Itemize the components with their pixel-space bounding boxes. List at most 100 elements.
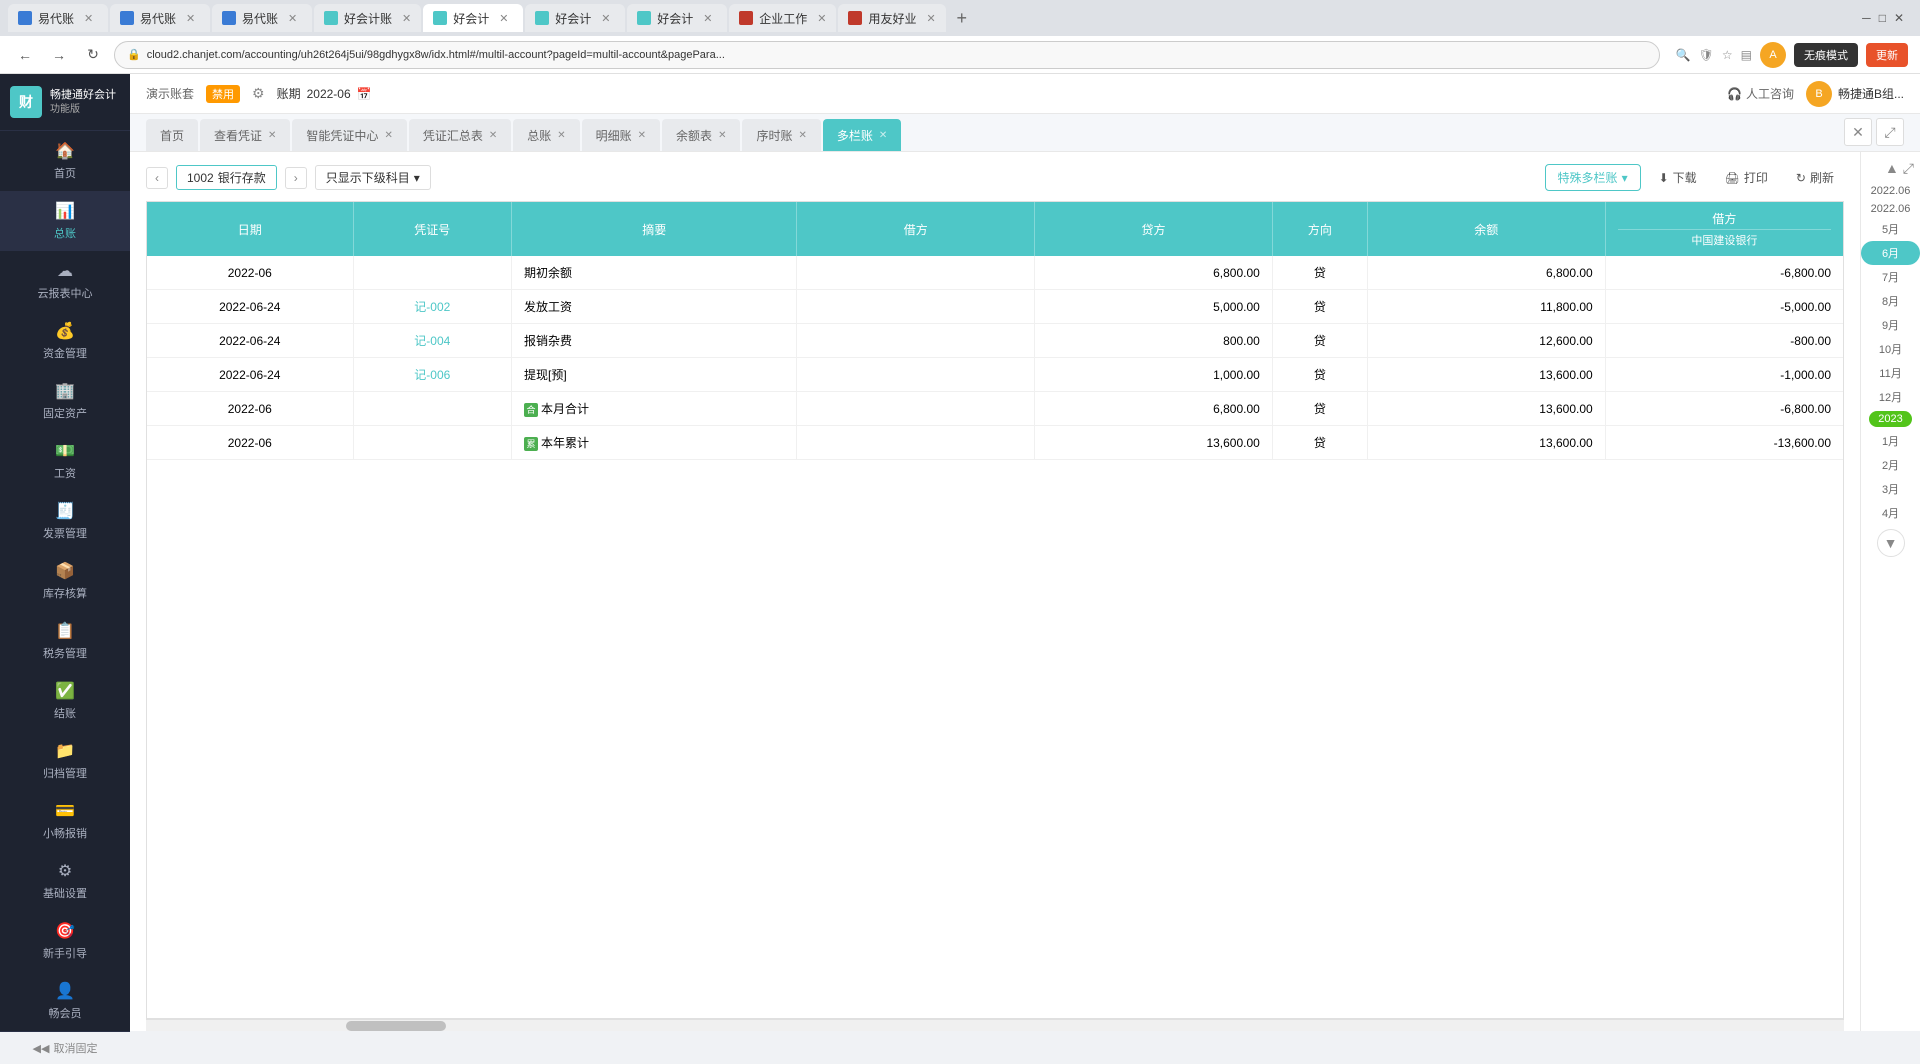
sidebar-item-cloud-report[interactable]: ☁ 云报表中心 [0, 251, 130, 311]
browser-tab-9[interactable]: 用友好业 ✕ [838, 4, 945, 32]
tab-smart-voucher[interactable]: 智能凭证中心 ✕ [292, 119, 406, 151]
incognito-mode-button[interactable]: 无痕模式 [1794, 43, 1858, 67]
panel-up-icon[interactable]: ▲ [1885, 160, 1899, 177]
sidebar-item-invoice[interactable]: 🧾 发票管理 [0, 491, 130, 551]
tab-multi-close[interactable]: ✕ [879, 130, 887, 141]
tab-chronological[interactable]: 序时账 ✕ [742, 119, 820, 151]
reload-button[interactable]: ↻ [80, 42, 106, 68]
tab-voucher-close[interactable]: ✕ [268, 130, 276, 141]
download-button[interactable]: ⬇ 下载 [1649, 165, 1707, 190]
tab-general-ledger[interactable]: 总账 ✕ [513, 119, 579, 151]
month-item-2023-1[interactable]: 1月 [1861, 429, 1920, 453]
tab-close-2[interactable]: ✕ [186, 12, 195, 25]
calendar-icon[interactable]: 📅 [357, 87, 372, 101]
scroll-down-button[interactable]: ▼ [1877, 529, 1905, 557]
sidebar-item-tax[interactable]: 📋 税务管理 [0, 611, 130, 671]
panel-expand-icon[interactable]: ⤢ [1903, 160, 1914, 177]
minimize-button[interactable]: ─ [1862, 11, 1871, 25]
star-icon[interactable]: ☆ [1722, 48, 1733, 62]
month-item-8[interactable]: 8月 [1861, 289, 1920, 313]
sidebar-item-member[interactable]: 👤 畅会员 [0, 971, 130, 1031]
browser-tab-2[interactable]: 易代账 ✕ [110, 4, 210, 32]
shield-icon[interactable]: 🛡 [1699, 48, 1714, 62]
address-bar[interactable]: 🔒 cloud2.chanjet.com/accounting/uh26t264… [114, 41, 1660, 69]
settings-toolbar-icon[interactable]: ⚙ [252, 85, 265, 102]
voucher-link[interactable]: 记-006 [414, 368, 450, 382]
browser-tab-3[interactable]: 易代账 ✕ [212, 4, 312, 32]
sidebar-item-asset[interactable]: 🏢 固定资产 [0, 371, 130, 431]
month-item-2023-2[interactable]: 2月 [1861, 453, 1920, 477]
month-item-5[interactable]: 5月 [1861, 217, 1920, 241]
update-button[interactable]: 更新 [1866, 43, 1908, 67]
tab-detail-close[interactable]: ✕ [638, 130, 646, 141]
tab-voucher[interactable]: 查看凭证 ✕ [200, 119, 290, 151]
sidebar-item-archive[interactable]: 📁 归档管理 [0, 731, 130, 791]
sidebar-item-salary[interactable]: 💵 工资 [0, 431, 130, 491]
browser-tab-1[interactable]: 易代账 ✕ [8, 4, 108, 32]
sidebar-icon[interactable]: ▤ [1741, 48, 1752, 62]
prev-account-button[interactable]: ‹ [146, 167, 168, 189]
tab-close-9[interactable]: ✕ [926, 12, 935, 25]
browser-tab-8[interactable]: 企业工作 ✕ [729, 4, 836, 32]
month-item-10[interactable]: 10月 [1861, 337, 1920, 361]
forward-button[interactable]: → [46, 42, 72, 68]
maximize-button[interactable]: □ [1879, 11, 1886, 25]
refresh-button[interactable]: ↻ 刷新 [1786, 165, 1844, 190]
panel-close-button[interactable]: ✕ [1844, 118, 1872, 146]
month-item-6[interactable]: 6月 [1861, 241, 1920, 265]
sidebar-item-ledger[interactable]: 📊 总账 [0, 191, 130, 251]
tab-balance[interactable]: 余额表 ✕ [662, 119, 740, 151]
user-avatar[interactable]: B [1806, 81, 1832, 107]
browser-tab-7[interactable]: 好会计 ✕ [627, 4, 727, 32]
browser-tab-4[interactable]: 好会计账 ✕ [314, 4, 421, 32]
sidebar-item-close-books[interactable]: ✅ 结账 [0, 671, 130, 731]
print-button[interactable]: 🖨 打印 [1715, 165, 1778, 190]
voucher-link[interactable]: 记-004 [414, 334, 450, 348]
tab-multi-column[interactable]: 多栏账 ✕ [823, 119, 901, 151]
panel-expand-button[interactable]: ⤢ [1876, 118, 1904, 146]
tab-summary-close[interactable]: ✕ [489, 130, 497, 141]
tab-chrono-close[interactable]: ✕ [798, 130, 806, 141]
sidebar-item-fund[interactable]: 💰 资金管理 [0, 311, 130, 371]
sidebar-item-expense[interactable]: 💳 小畅报销 [0, 791, 130, 851]
month-item-12[interactable]: 12月 [1861, 385, 1920, 409]
tab-close-1[interactable]: ✕ [84, 12, 93, 25]
sidebar-item-settings[interactable]: ⚙ 基础设置 [0, 851, 130, 911]
new-tab-button[interactable]: + [948, 4, 976, 32]
month-item-2023-4[interactable]: 4月 [1861, 501, 1920, 525]
search-icon[interactable]: 🔍 [1676, 48, 1691, 62]
close-button[interactable]: ✕ [1894, 11, 1904, 25]
tab-voucher-summary[interactable]: 凭证汇总表 ✕ [409, 119, 511, 151]
tab-close-6[interactable]: ✕ [601, 12, 610, 25]
tab-close-8[interactable]: ✕ [817, 12, 826, 25]
pin-button[interactable]: ◀◀ 取消固定 [0, 1032, 130, 1064]
voucher-link[interactable]: 记-002 [414, 300, 450, 314]
help-button[interactable]: 🎧 人工咨询 [1727, 85, 1794, 102]
back-button[interactable]: ← [12, 42, 38, 68]
horizontal-scrollbar[interactable] [146, 1019, 1844, 1031]
tab-general-close[interactable]: ✕ [557, 130, 565, 141]
sidebar-item-inventory[interactable]: 📦 库存核算 [0, 551, 130, 611]
tab-close-3[interactable]: ✕ [288, 12, 297, 25]
month-item-11[interactable]: 11月 [1861, 361, 1920, 385]
tab-close-5[interactable]: ✕ [499, 12, 508, 25]
browser-tab-6[interactable]: 好会计 ✕ [525, 4, 625, 32]
browser-tab-5[interactable]: 好会计 ✕ [423, 4, 523, 32]
tab-home[interactable]: 首页 [146, 119, 198, 151]
browser-user-avatar[interactable]: A [1760, 42, 1786, 68]
month-item-7[interactable]: 7月 [1861, 265, 1920, 289]
month-item-2023-3[interactable]: 3月 [1861, 477, 1920, 501]
sidebar-item-guide[interactable]: 🎯 新手引导 [0, 911, 130, 971]
tab-close-4[interactable]: ✕ [402, 12, 411, 25]
next-account-button[interactable]: › [285, 167, 307, 189]
special-multi-button[interactable]: 特殊多栏账 ▾ [1545, 164, 1641, 191]
tab-detail-ledger[interactable]: 明细账 ✕ [582, 119, 660, 151]
sidebar-item-home[interactable]: 🏠 首页 [0, 131, 130, 191]
tab-balance-close[interactable]: ✕ [718, 130, 726, 141]
filter-button[interactable]: 只显示下级科目 ▾ [315, 165, 431, 190]
account-selector[interactable]: 1002 银行存款 [176, 165, 277, 190]
tab-smart-close[interactable]: ✕ [384, 130, 392, 141]
tab-close-7[interactable]: ✕ [703, 12, 712, 25]
month-item-9[interactable]: 9月 [1861, 313, 1920, 337]
scrollbar-thumb[interactable] [346, 1021, 446, 1031]
